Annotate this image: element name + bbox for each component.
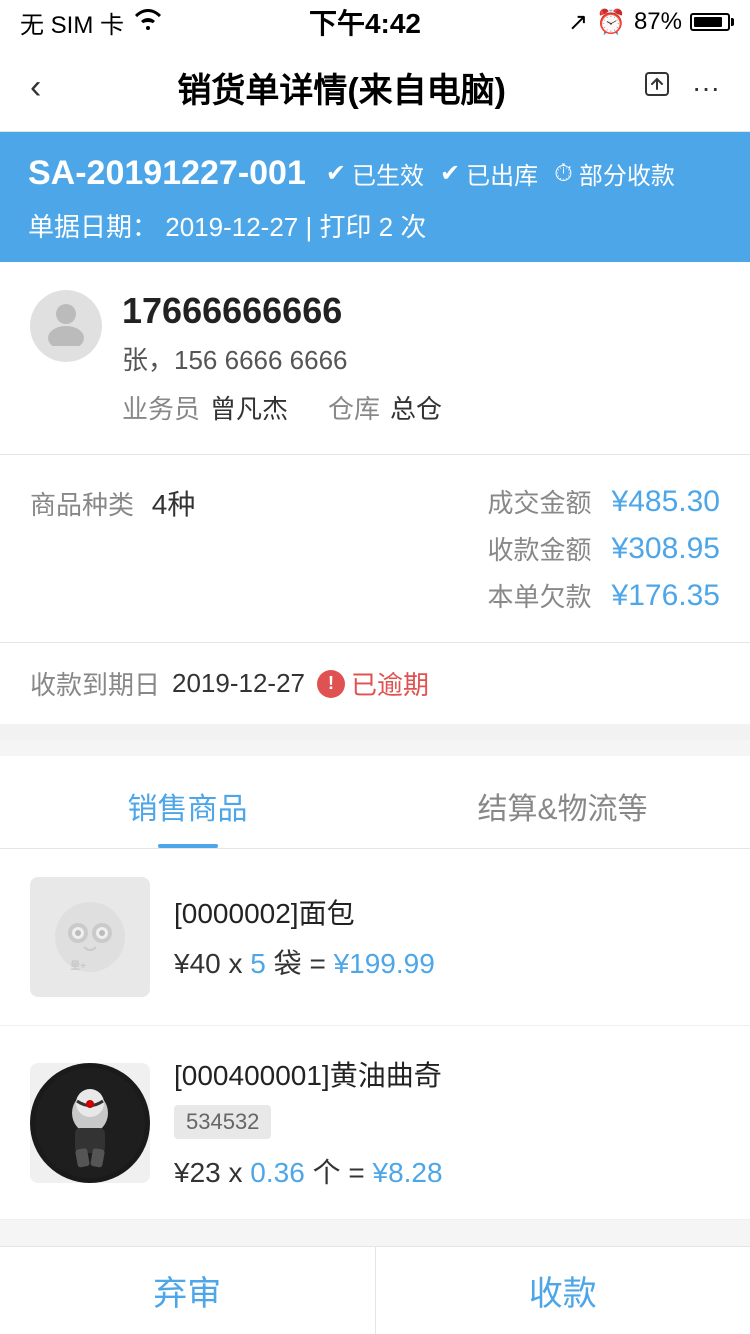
summary-row: 商品种类 4种 成交金额 ¥485.30 收款金额 ¥308.95 本单欠款 ¥… xyxy=(30,483,720,614)
sales-value: 曾凡杰 xyxy=(210,389,288,426)
header-date: 单据日期： 2019-12-27 | 打印 2 次 xyxy=(28,207,722,244)
amount-value-2: ¥308.95 xyxy=(612,532,720,566)
product-price-2: ¥23 x 0.36 个 = ¥8.28 xyxy=(174,1151,720,1191)
product-total-1: ¥199.99 xyxy=(334,948,435,979)
warehouse-label: 仓库 xyxy=(328,389,380,426)
status-tags: ✔ 已生效 ✔ 已出库 ⏱ 部分收款 xyxy=(326,156,675,191)
product-item-2: [000400001]黄油曲奇 534532 ¥23 x 0.36 个 = ¥8… xyxy=(0,1026,750,1220)
summary-section: 商品种类 4种 成交金额 ¥485.30 收款金额 ¥308.95 本单欠款 ¥… xyxy=(0,455,750,642)
nav-left: ‹ xyxy=(30,68,41,107)
wifi-icon xyxy=(134,8,162,37)
check-icon-1: ✔ xyxy=(326,159,346,188)
amount-row-3: 本单欠款 ¥176.35 xyxy=(488,577,720,614)
status-tag-shipped: ✔ 已出库 xyxy=(440,156,538,191)
product-sku-2: 534532 xyxy=(174,1105,271,1139)
status-tag-effective: ✔ 已生效 xyxy=(326,156,424,191)
tab-products[interactable]: 销售商品 xyxy=(0,756,375,848)
warehouse-field: 仓库 总仓 xyxy=(328,389,442,426)
confirm-button[interactable]: 收款 xyxy=(376,1247,750,1334)
amount-label-2: 收款金额 xyxy=(488,530,592,567)
status-right: ↗ ⏰ 87% xyxy=(568,8,730,37)
status-bar: 无 SIM 卡 下午4:42 ↗ ⏰ 87% xyxy=(0,0,750,44)
avatar-icon xyxy=(41,296,91,356)
battery-text: 87% xyxy=(634,8,682,36)
customer-avatar xyxy=(30,290,102,362)
product-thumb-2 xyxy=(30,1063,150,1183)
battery-indicator xyxy=(690,13,730,31)
product-item-1: 量+ [0000002]面包 ¥40 x 5 袋 = ¥199.99 xyxy=(0,849,750,1026)
kind-section: 商品种类 4种 xyxy=(30,483,195,523)
amount-label-1: 成交金额 xyxy=(488,483,592,520)
sales-field: 业务员 曾凡杰 xyxy=(122,389,288,426)
overdue-text: 已逾期 xyxy=(351,665,429,702)
customer-info: 17666666666 张，156 6666 6666 业务员 曾凡杰 仓库 总… xyxy=(122,290,720,426)
product-qty-2: 0.36 xyxy=(250,1157,305,1188)
check-icon-2: ✔ xyxy=(440,159,460,188)
customer-row: 业务员 曾凡杰 仓库 总仓 xyxy=(122,389,720,426)
header-banner: SA-20191227-001 ✔ 已生效 ✔ 已出库 ⏱ 部分收款 单据日期：… xyxy=(0,132,750,262)
product-total-2: ¥8.28 xyxy=(373,1157,443,1188)
clock-icon: ⏱ xyxy=(554,160,573,188)
tabs: 销售商品 结算&物流等 xyxy=(0,756,750,849)
amount-value-3: ¥176.35 xyxy=(612,579,720,613)
customer-name: 17666666666 xyxy=(122,290,720,332)
sales-label: 业务员 xyxy=(122,389,200,426)
location-icon: ↗ xyxy=(568,8,588,37)
back-button[interactable]: ‹ xyxy=(30,68,41,107)
kind-label: 商品种类 xyxy=(30,490,134,520)
nav-bar: ‹ 销货单详情(来自电脑) ··· xyxy=(0,44,750,132)
amount-value-1: ¥485.30 xyxy=(612,485,720,519)
amount-label-3: 本单欠款 xyxy=(488,577,592,614)
svg-text:量+: 量+ xyxy=(70,960,86,972)
overdue-badge: ! 已逾期 xyxy=(317,665,429,702)
main-divider xyxy=(0,724,750,740)
tab-logistics[interactable]: 结算&物流等 xyxy=(375,756,750,848)
product-thumb-1: 量+ xyxy=(30,877,150,997)
status-left: 无 SIM 卡 xyxy=(20,5,162,40)
nav-right: ··· xyxy=(642,69,720,106)
amount-row-1: 成交金额 ¥485.30 xyxy=(488,483,720,520)
status-tag-partial: ⏱ 部分收款 xyxy=(554,156,675,191)
product-name-1: [0000002]面包 xyxy=(174,892,720,932)
share-icon[interactable] xyxy=(642,69,672,106)
cancel-button[interactable]: 弃审 xyxy=(0,1247,376,1334)
order-id: SA-20191227-001 xyxy=(28,154,306,193)
status-time: 下午4:42 xyxy=(309,2,421,42)
carrier-text: 无 SIM 卡 xyxy=(20,5,124,40)
product-list: 量+ [0000002]面包 ¥40 x 5 袋 = ¥199.99 xyxy=(0,849,750,1220)
nav-title: 销货单详情(来自电脑) xyxy=(177,63,506,112)
bottom-bar: 弃审 收款 xyxy=(0,1246,750,1334)
product-price-1: ¥40 x 5 袋 = ¥199.99 xyxy=(174,942,720,982)
due-label: 收款到期日 xyxy=(30,665,160,702)
more-icon[interactable]: ··· xyxy=(692,72,720,104)
product-info-2: [000400001]黄油曲奇 534532 ¥23 x 0.36 个 = ¥8… xyxy=(174,1054,720,1191)
kind-value: 4种 xyxy=(152,489,196,520)
customer-section: 17666666666 张，156 6666 6666 业务员 曾凡杰 仓库 总… xyxy=(0,262,750,454)
due-date-value: 2019-12-27 xyxy=(172,668,305,699)
product-name-2: [000400001]黄油曲奇 xyxy=(174,1054,720,1094)
header-top: SA-20191227-001 ✔ 已生效 ✔ 已出库 ⏱ 部分收款 xyxy=(28,154,722,193)
warehouse-value: 总仓 xyxy=(390,389,442,426)
product-info-1: [0000002]面包 ¥40 x 5 袋 = ¥199.99 xyxy=(174,892,720,982)
amount-row-2: 收款金额 ¥308.95 xyxy=(488,530,720,567)
due-section: 收款到期日 2019-12-27 ! 已逾期 xyxy=(0,643,750,724)
amounts-section: 成交金额 ¥485.30 收款金额 ¥308.95 本单欠款 ¥176.35 xyxy=(488,483,720,614)
alarm-icon: ⏰ xyxy=(596,8,626,37)
overdue-icon: ! xyxy=(317,670,345,698)
product-qty-1: 5 xyxy=(250,948,266,979)
customer-contact: 张，156 6666 6666 xyxy=(122,340,720,377)
